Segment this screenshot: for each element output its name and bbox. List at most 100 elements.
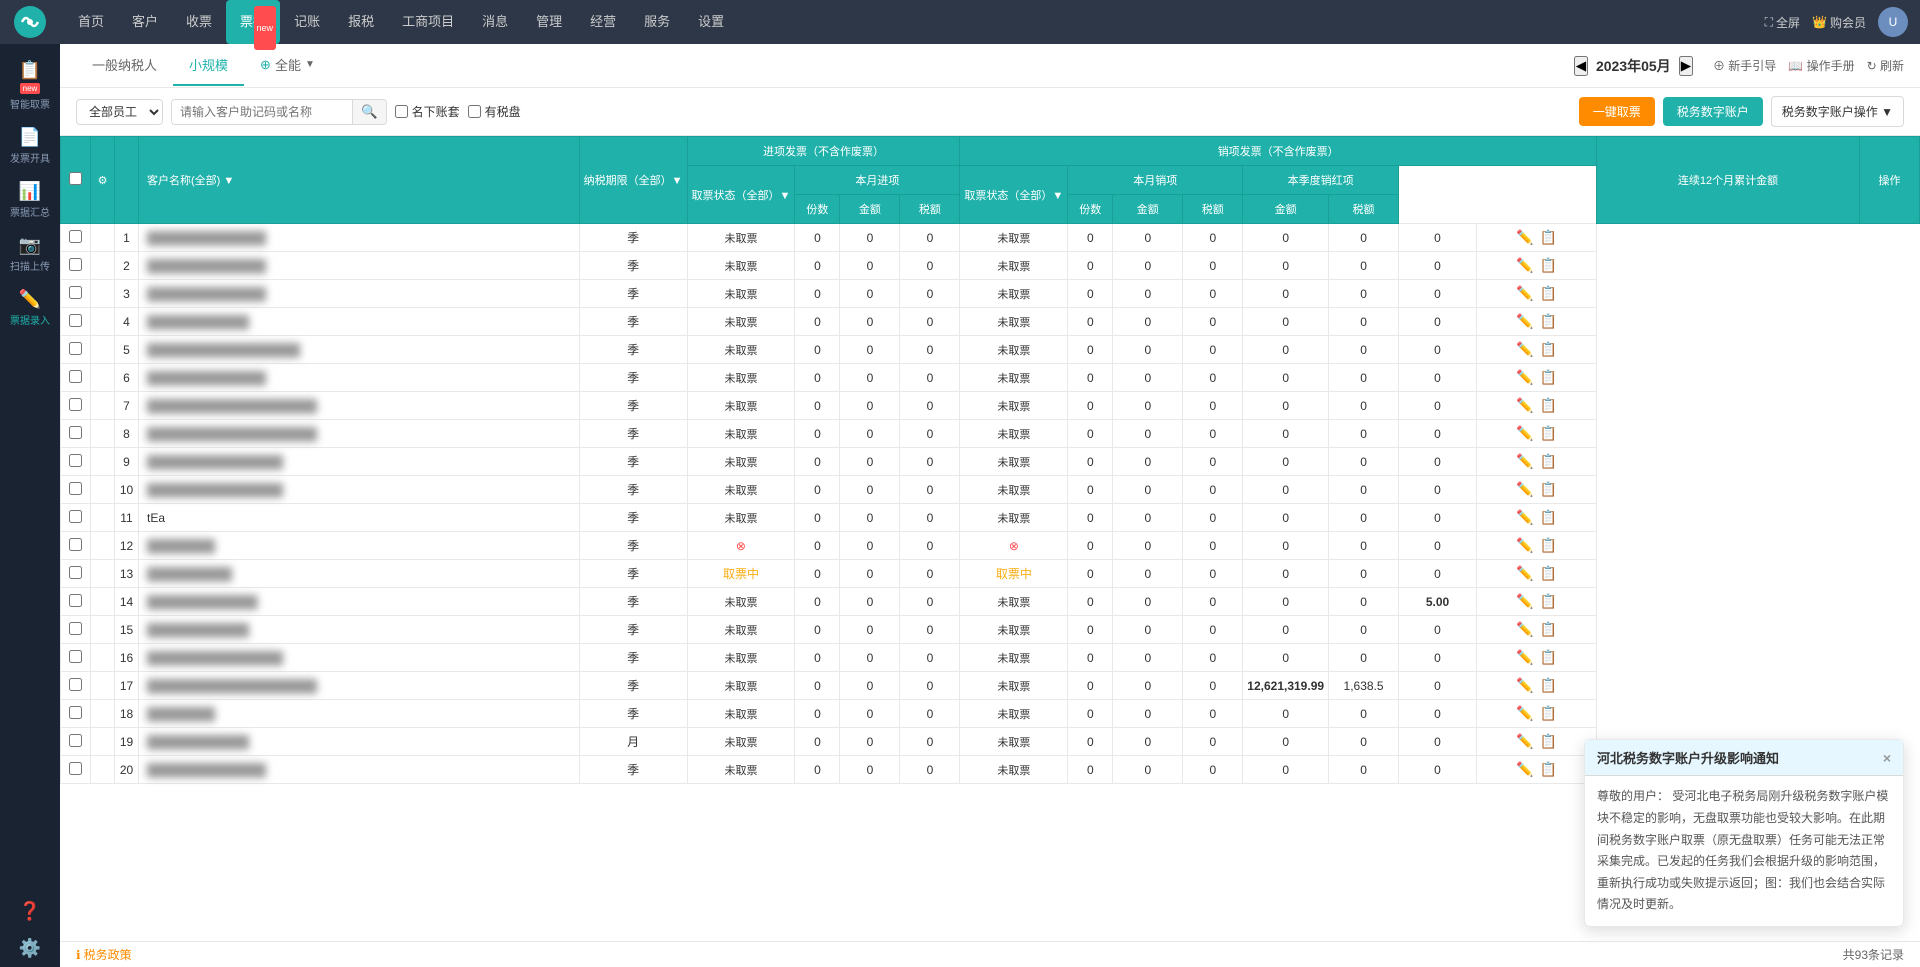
row-out-status[interactable]: 未取票 xyxy=(960,756,1068,784)
nav-message[interactable]: 消息 xyxy=(468,0,522,44)
row-out-status[interactable]: 未取票 xyxy=(960,476,1068,504)
row-copy-icon[interactable]: 📋 xyxy=(1539,285,1556,302)
row-in-status[interactable]: 未取票 xyxy=(687,644,795,672)
row-out-status[interactable]: 未取票 xyxy=(960,504,1068,532)
row-edit-icon[interactable]: ✏️ xyxy=(1516,677,1533,694)
row-edit-icon[interactable]: ✏️ xyxy=(1516,481,1533,498)
row-in-status[interactable]: 未取票 xyxy=(687,504,795,532)
row-edit-icon[interactable]: ✏️ xyxy=(1516,453,1533,470)
nav-bookkeeping[interactable]: 记账 xyxy=(280,0,334,44)
row-copy-icon[interactable]: 📋 xyxy=(1539,229,1556,246)
one-key-ticket-btn[interactable]: 一键取票 xyxy=(1579,97,1655,126)
row-customer-name[interactable]: ████████████ xyxy=(139,616,580,644)
fullscreen-btn[interactable]: ⛶ 全屏 xyxy=(1765,14,1800,31)
row-checkbox[interactable] xyxy=(69,230,82,243)
row-edit-icon[interactable]: ✏️ xyxy=(1516,621,1533,638)
row-customer-name[interactable]: ██████████████████ xyxy=(139,336,580,364)
row-customer-name[interactable]: ██████████████ xyxy=(139,280,580,308)
row-checkbox[interactable] xyxy=(69,342,82,355)
row-edit-icon[interactable]: ✏️ xyxy=(1516,369,1533,386)
row-in-status[interactable]: 未取票 xyxy=(687,308,795,336)
row-in-status[interactable]: 未取票 xyxy=(687,588,795,616)
row-out-status[interactable]: 未取票 xyxy=(960,448,1068,476)
row-checkbox[interactable] xyxy=(69,594,82,607)
sidebar-item-help[interactable]: ❓ xyxy=(0,893,60,930)
row-out-status[interactable]: 未取票 xyxy=(960,364,1068,392)
employee-select[interactable]: 全部员工 xyxy=(76,99,163,125)
row-checkbox[interactable] xyxy=(69,678,82,691)
row-customer-name[interactable]: tEa xyxy=(139,504,580,532)
row-edit-icon[interactable]: ✏️ xyxy=(1516,397,1533,414)
app-logo[interactable] xyxy=(12,4,48,40)
row-in-status[interactable]: 未取票 xyxy=(687,224,795,252)
row-out-status[interactable]: 未取票 xyxy=(960,280,1068,308)
row-in-status[interactable]: 未取票 xyxy=(687,364,795,392)
row-edit-icon[interactable]: ✏️ xyxy=(1516,285,1533,302)
row-customer-name[interactable]: ████████ xyxy=(139,700,580,728)
sidebar-item-scan[interactable]: 📷 扫描上传 xyxy=(0,227,60,281)
row-copy-icon[interactable]: 📋 xyxy=(1539,509,1556,526)
row-copy-icon[interactable]: 📋 xyxy=(1539,537,1556,554)
popup-close-btn[interactable]: × xyxy=(1883,750,1891,766)
row-copy-icon[interactable]: 📋 xyxy=(1539,257,1556,274)
row-in-status[interactable]: 未取票 xyxy=(687,336,795,364)
row-copy-icon[interactable]: 📋 xyxy=(1539,649,1556,666)
row-customer-name[interactable]: ██████████████ xyxy=(139,224,580,252)
row-checkbox[interactable] xyxy=(69,762,82,775)
has-tax-checkbox[interactable] xyxy=(468,105,481,118)
row-in-status[interactable]: 未取票 xyxy=(687,448,795,476)
row-customer-name[interactable]: ████████ xyxy=(139,532,580,560)
row-out-status[interactable]: 未取票 xyxy=(960,700,1068,728)
row-checkbox[interactable] xyxy=(69,650,82,663)
row-copy-icon[interactable]: 📋 xyxy=(1539,341,1556,358)
row-copy-icon[interactable]: 📋 xyxy=(1539,621,1556,638)
manual-link[interactable]: 📖 操作手册 xyxy=(1788,57,1854,74)
row-edit-icon[interactable]: ✏️ xyxy=(1516,733,1533,750)
row-out-status[interactable]: 未取票 xyxy=(960,644,1068,672)
row-edit-icon[interactable]: ✏️ xyxy=(1516,509,1533,526)
row-out-status[interactable]: 未取票 xyxy=(960,420,1068,448)
row-checkbox[interactable] xyxy=(69,622,82,635)
select-all-checkbox[interactable] xyxy=(69,172,82,185)
nav-customer[interactable]: 客户 xyxy=(118,0,172,44)
row-out-status[interactable]: 未取票 xyxy=(960,672,1068,700)
row-edit-icon[interactable]: ✏️ xyxy=(1516,257,1533,274)
row-edit-icon[interactable]: ✏️ xyxy=(1516,425,1533,442)
row-in-status[interactable]: 未取票 xyxy=(687,476,795,504)
th-customer-name[interactable]: 客户名称(全部) ▼ xyxy=(139,137,580,224)
row-in-status[interactable]: 未取票 xyxy=(687,392,795,420)
new-guide-link[interactable]: ⊕ 新手引导 xyxy=(1713,57,1776,74)
row-checkbox[interactable] xyxy=(69,398,82,411)
row-edit-icon[interactable]: ✏️ xyxy=(1516,705,1533,722)
user-avatar[interactable]: U xyxy=(1878,7,1908,37)
row-checkbox[interactable] xyxy=(69,286,82,299)
row-customer-name[interactable]: ████████████████ xyxy=(139,448,580,476)
row-customer-name[interactable]: ██████████████ xyxy=(139,756,580,784)
row-in-status[interactable]: 未取票 xyxy=(687,728,795,756)
row-copy-icon[interactable]: 📋 xyxy=(1539,761,1556,778)
sub-account-checkbox[interactable] xyxy=(395,105,408,118)
row-out-status[interactable]: 未取票 xyxy=(960,728,1068,756)
sidebar-item-record[interactable]: ✏️ 票据录入 xyxy=(0,281,60,335)
nav-invoice[interactable]: 票据 new xyxy=(226,0,280,44)
row-checkbox[interactable] xyxy=(69,314,82,327)
period-next-btn[interactable]: ▶ xyxy=(1679,56,1693,76)
row-edit-icon[interactable]: ✏️ xyxy=(1516,565,1533,582)
nav-home[interactable]: 首页 xyxy=(64,0,118,44)
row-edit-icon[interactable]: ✏️ xyxy=(1516,313,1533,330)
row-copy-icon[interactable]: 📋 xyxy=(1539,593,1556,610)
row-out-status[interactable]: 未取票 xyxy=(960,224,1068,252)
row-copy-icon[interactable]: 📋 xyxy=(1539,397,1556,414)
row-checkbox[interactable] xyxy=(69,426,82,439)
row-customer-name[interactable]: ████████████████████ xyxy=(139,392,580,420)
row-copy-icon[interactable]: 📋 xyxy=(1539,453,1556,470)
tab-small-scale[interactable]: 小规模 xyxy=(173,45,244,86)
row-customer-name[interactable]: ██████████ xyxy=(139,560,580,588)
row-customer-name[interactable]: ████████████████ xyxy=(139,644,580,672)
nav-business[interactable]: 工商项目 xyxy=(388,0,468,44)
row-checkbox[interactable] xyxy=(69,706,82,719)
row-customer-name[interactable]: █████████████ xyxy=(139,588,580,616)
sidebar-item-open-invoice[interactable]: 📄 发票开具 xyxy=(0,119,60,173)
refresh-btn[interactable]: ↻ 刷新 xyxy=(1867,57,1904,74)
nav-operation[interactable]: 经营 xyxy=(576,0,630,44)
